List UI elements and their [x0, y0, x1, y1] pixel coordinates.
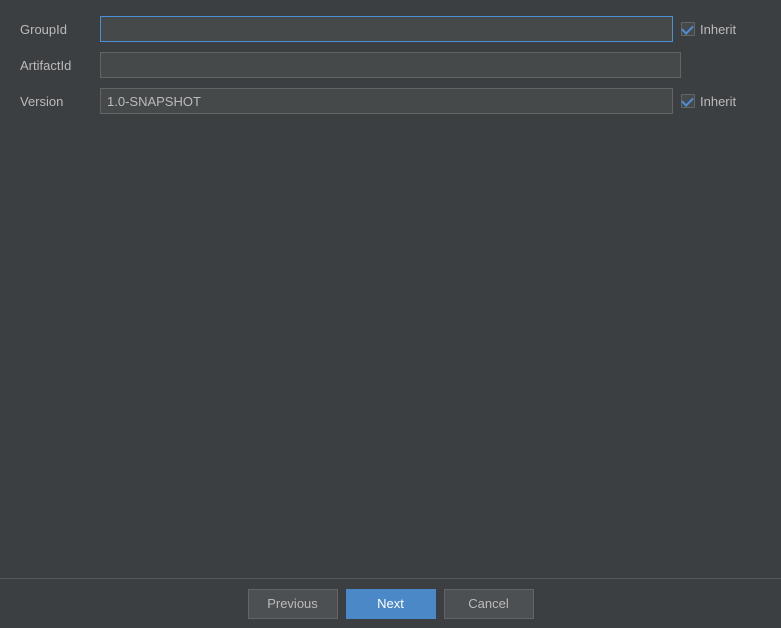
version-label: Version: [20, 94, 100, 109]
cancel-button[interactable]: Cancel: [444, 589, 534, 619]
previous-button[interactable]: Previous: [248, 589, 338, 619]
version-input[interactable]: [100, 88, 673, 114]
groupid-row: GroupId Inherit: [20, 16, 761, 42]
form-area: GroupId Inherit ArtifactId Version Inher…: [0, 0, 781, 578]
groupid-inherit-label[interactable]: Inherit: [700, 22, 736, 37]
footer-area: Previous Next Cancel: [0, 578, 781, 628]
version-inherit-container: Inherit: [681, 94, 761, 109]
groupid-input[interactable]: [100, 16, 673, 42]
artifactid-row: ArtifactId: [20, 52, 761, 78]
main-container: GroupId Inherit ArtifactId Version Inher…: [0, 0, 781, 628]
version-inherit-label[interactable]: Inherit: [700, 94, 736, 109]
artifactid-input[interactable]: [100, 52, 681, 78]
next-button[interactable]: Next: [346, 589, 436, 619]
version-row: Version Inherit: [20, 88, 761, 114]
groupid-inherit-container: Inherit: [681, 22, 761, 37]
groupid-label: GroupId: [20, 22, 100, 37]
groupid-inherit-checkbox[interactable]: [681, 22, 695, 36]
version-inherit-checkbox[interactable]: [681, 94, 695, 108]
artifactid-label: ArtifactId: [20, 58, 100, 73]
